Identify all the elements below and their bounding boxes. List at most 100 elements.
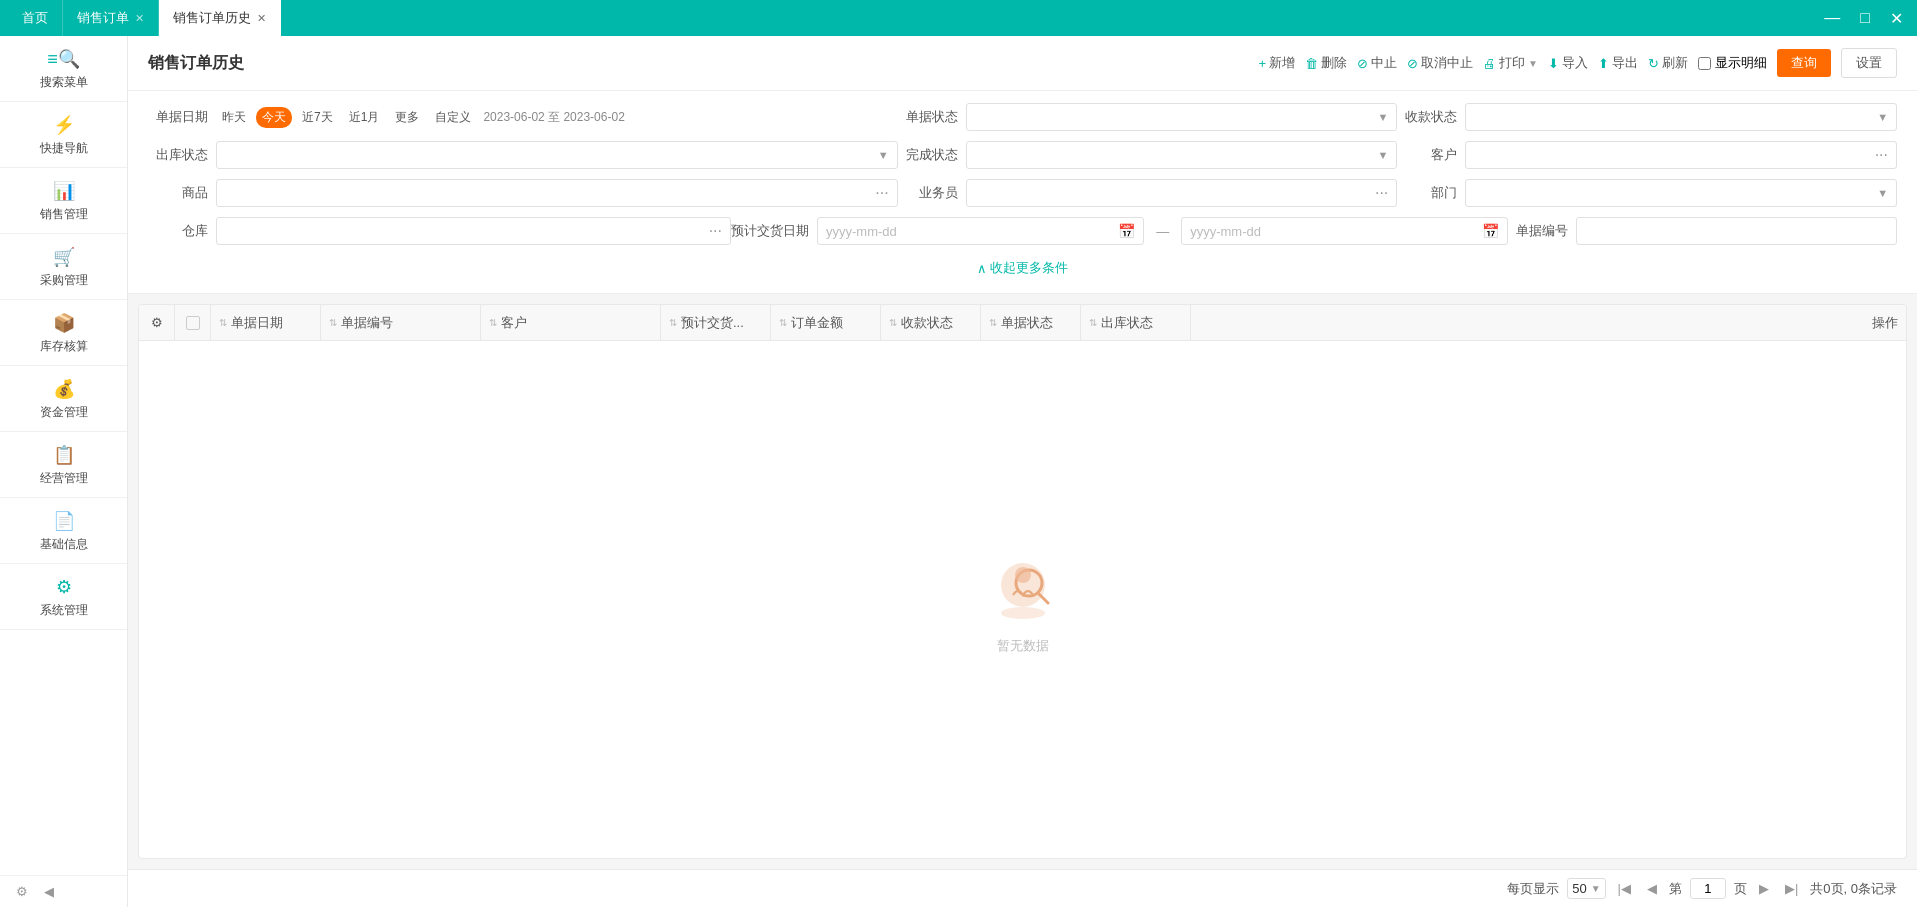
order-sort-icon: ⇅ xyxy=(329,317,337,328)
product-input[interactable]: ··· xyxy=(216,179,898,207)
tab-sales-order-close[interactable]: ✕ xyxy=(135,12,144,25)
calendar-to-icon[interactable]: 📅 xyxy=(1482,223,1499,239)
cancel-stop-button[interactable]: ⊘ 取消中止 xyxy=(1407,54,1473,72)
sidebar-item-search-menu[interactable]: ≡🔍 搜索菜单 xyxy=(0,36,127,102)
tab-sales-order-history-close[interactable]: ✕ xyxy=(257,12,266,25)
sidebar-item-sales-mgmt-label: 销售管理 xyxy=(40,206,88,223)
sidebar-item-purchase-mgmt[interactable]: 🛒 采购管理 xyxy=(0,234,127,300)
sidebar-item-capital-mgmt[interactable]: 💰 资金管理 xyxy=(0,366,127,432)
th-amount[interactable]: ⇅ 订单金额 xyxy=(771,305,881,340)
filter-delivery-date: 预计交货日期 yyyy-mm-dd 📅 — yyyy-mm-dd 📅 xyxy=(731,217,1508,245)
product-dots[interactable]: ··· xyxy=(875,184,888,202)
sidebar-item-quick-nav[interactable]: ⚡ 快捷导航 xyxy=(0,102,127,168)
tab-home[interactable]: 首页 xyxy=(8,0,63,36)
delete-button[interactable]: 🗑 删除 xyxy=(1305,54,1347,72)
collapse-conditions[interactable]: ∧ 收起更多条件 xyxy=(148,255,1897,281)
display-columns-checkbox[interactable] xyxy=(1698,57,1711,70)
export-button[interactable]: ⬆ 导出 xyxy=(1598,54,1638,72)
sales-mgmt-icon: 📊 xyxy=(53,180,75,202)
salesperson-input[interactable]: ··· xyxy=(966,179,1398,207)
filter-customer: 客户 ··· xyxy=(1397,141,1897,169)
outbound-status-select[interactable]: ▼ xyxy=(216,141,898,169)
doc-number-label: 单据编号 xyxy=(1508,222,1568,240)
th-order-no[interactable]: ⇅ 单据编号 xyxy=(321,305,481,340)
sidebar-item-system-mgmt[interactable]: ⚙ 系统管理 xyxy=(0,564,127,630)
collapse-up-icon: ∧ xyxy=(977,261,987,276)
receipt-status-chevron: ▼ xyxy=(1877,111,1888,123)
pagination: 每页显示 50 ▼ |◀ ◀ 第 页 ▶ ▶| 共0页, 0条记录 xyxy=(128,869,1917,907)
minimize-btn[interactable]: — xyxy=(1818,7,1846,29)
receipt-status-select[interactable]: ▼ xyxy=(1465,103,1897,131)
new-button[interactable]: + 新增 xyxy=(1259,54,1296,72)
filter-department: 部门 ▼ xyxy=(1397,179,1897,207)
sidebar-collapse-icon[interactable]: ◀ xyxy=(44,884,54,899)
stop-button[interactable]: ⊘ 中止 xyxy=(1357,54,1397,72)
date-tab-custom[interactable]: 自定义 xyxy=(429,107,477,128)
receipt-status-label: 收款状态 xyxy=(1397,108,1457,126)
delivery-date-to[interactable]: yyyy-mm-dd 📅 xyxy=(1181,217,1508,245)
date-filter-group: 昨天 今天 近7天 近1月 更多 自定义 2023-06-02 至 2023-0… xyxy=(216,107,898,128)
maximize-btn[interactable]: □ xyxy=(1854,7,1876,29)
print-arrow-icon: ▼ xyxy=(1528,58,1538,69)
collapse-label: 收起更多条件 xyxy=(990,259,1068,277)
tab-sales-order[interactable]: 销售订单 ✕ xyxy=(63,0,159,36)
per-page-chevron: ▼ xyxy=(1591,883,1601,894)
date-tab-yesterday[interactable]: 昨天 xyxy=(216,107,252,128)
page-suffix: 页 xyxy=(1734,880,1747,898)
next-page-btn[interactable]: ▶ xyxy=(1755,879,1773,898)
close-btn[interactable]: ✕ xyxy=(1884,7,1909,30)
print-button[interactable]: 🖨 打印 ▼ xyxy=(1483,54,1538,72)
per-page-label: 每页显示 xyxy=(1507,880,1559,898)
sidebar-item-sales-mgmt[interactable]: 📊 销售管理 xyxy=(0,168,127,234)
date-tab-7days[interactable]: 近7天 xyxy=(296,107,339,128)
salesperson-dots[interactable]: ··· xyxy=(1375,184,1388,202)
table-area: ⚙ ⇅ 单据日期 ⇅ 单据编号 ⇅ 客户 ⇅ xyxy=(138,304,1907,859)
settings-button[interactable]: 设置 xyxy=(1841,48,1897,78)
date-tab-more[interactable]: 更多 xyxy=(389,107,425,128)
sidebar-item-inventory-label: 库存核算 xyxy=(40,338,88,355)
first-page-btn[interactable]: |◀ xyxy=(1614,879,1635,898)
warehouse-dots[interactable]: ··· xyxy=(709,222,722,240)
delivery-date-from-placeholder: yyyy-mm-dd xyxy=(826,224,897,239)
th-outbound[interactable]: ⇅ 出库状态 xyxy=(1081,305,1191,340)
th-settings[interactable]: ⚙ xyxy=(139,305,175,340)
delivery-date-to-placeholder: yyyy-mm-dd xyxy=(1190,224,1261,239)
calendar-from-icon[interactable]: 📅 xyxy=(1118,223,1135,239)
customer-input[interactable]: ··· xyxy=(1465,141,1897,169)
complete-status-select[interactable]: ▼ xyxy=(966,141,1398,169)
warehouse-label: 仓库 xyxy=(148,222,208,240)
doc-status-select[interactable]: ▼ xyxy=(966,103,1398,131)
sidebar-item-operations-mgmt[interactable]: 📋 经营管理 xyxy=(0,432,127,498)
last-page-btn[interactable]: ▶| xyxy=(1781,879,1802,898)
th-doc-status[interactable]: ⇅ 单据状态 xyxy=(981,305,1081,340)
th-date[interactable]: ⇅ 单据日期 xyxy=(211,305,321,340)
th-delivery[interactable]: ⇅ 预计交货... xyxy=(661,305,771,340)
tab-home-label: 首页 xyxy=(22,9,48,27)
prev-page-btn[interactable]: ◀ xyxy=(1643,879,1661,898)
query-button[interactable]: 查询 xyxy=(1777,49,1831,77)
page-input[interactable] xyxy=(1690,878,1726,899)
tab-sales-order-history[interactable]: 销售订单历史 ✕ xyxy=(159,0,281,36)
doc-number-input[interactable] xyxy=(1576,217,1897,245)
sidebar-item-basic-info[interactable]: 📄 基础信息 xyxy=(0,498,127,564)
select-all-checkbox[interactable] xyxy=(186,316,200,330)
refresh-button[interactable]: ↻ 刷新 xyxy=(1648,54,1688,72)
quick-nav-icon: ⚡ xyxy=(53,114,75,136)
sidebar-settings-icon[interactable]: ⚙ xyxy=(16,884,28,899)
department-select[interactable]: ▼ xyxy=(1465,179,1897,207)
sidebar-item-operations-mgmt-label: 经营管理 xyxy=(40,470,88,487)
import-button[interactable]: ⬇ 导入 xyxy=(1548,54,1588,72)
delivery-date-from[interactable]: yyyy-mm-dd 📅 xyxy=(817,217,1144,245)
warehouse-input[interactable]: ··· xyxy=(216,217,731,245)
per-page-select[interactable]: 50 ▼ xyxy=(1567,878,1605,899)
date-tab-1month[interactable]: 近1月 xyxy=(343,107,386,128)
th-customer[interactable]: ⇅ 客户 xyxy=(481,305,661,340)
basic-info-icon: 📄 xyxy=(53,510,75,532)
customer-dots[interactable]: ··· xyxy=(1875,146,1888,164)
th-payment[interactable]: ⇅ 收款状态 xyxy=(881,305,981,340)
date-tab-today[interactable]: 今天 xyxy=(256,107,292,128)
sidebar-item-system-mgmt-label: 系统管理 xyxy=(40,602,88,619)
sidebar-item-inventory[interactable]: 📦 库存核算 xyxy=(0,300,127,366)
th-checkbox[interactable] xyxy=(175,305,211,340)
date-tabs: 昨天 今天 近7天 近1月 更多 自定义 xyxy=(216,107,477,128)
